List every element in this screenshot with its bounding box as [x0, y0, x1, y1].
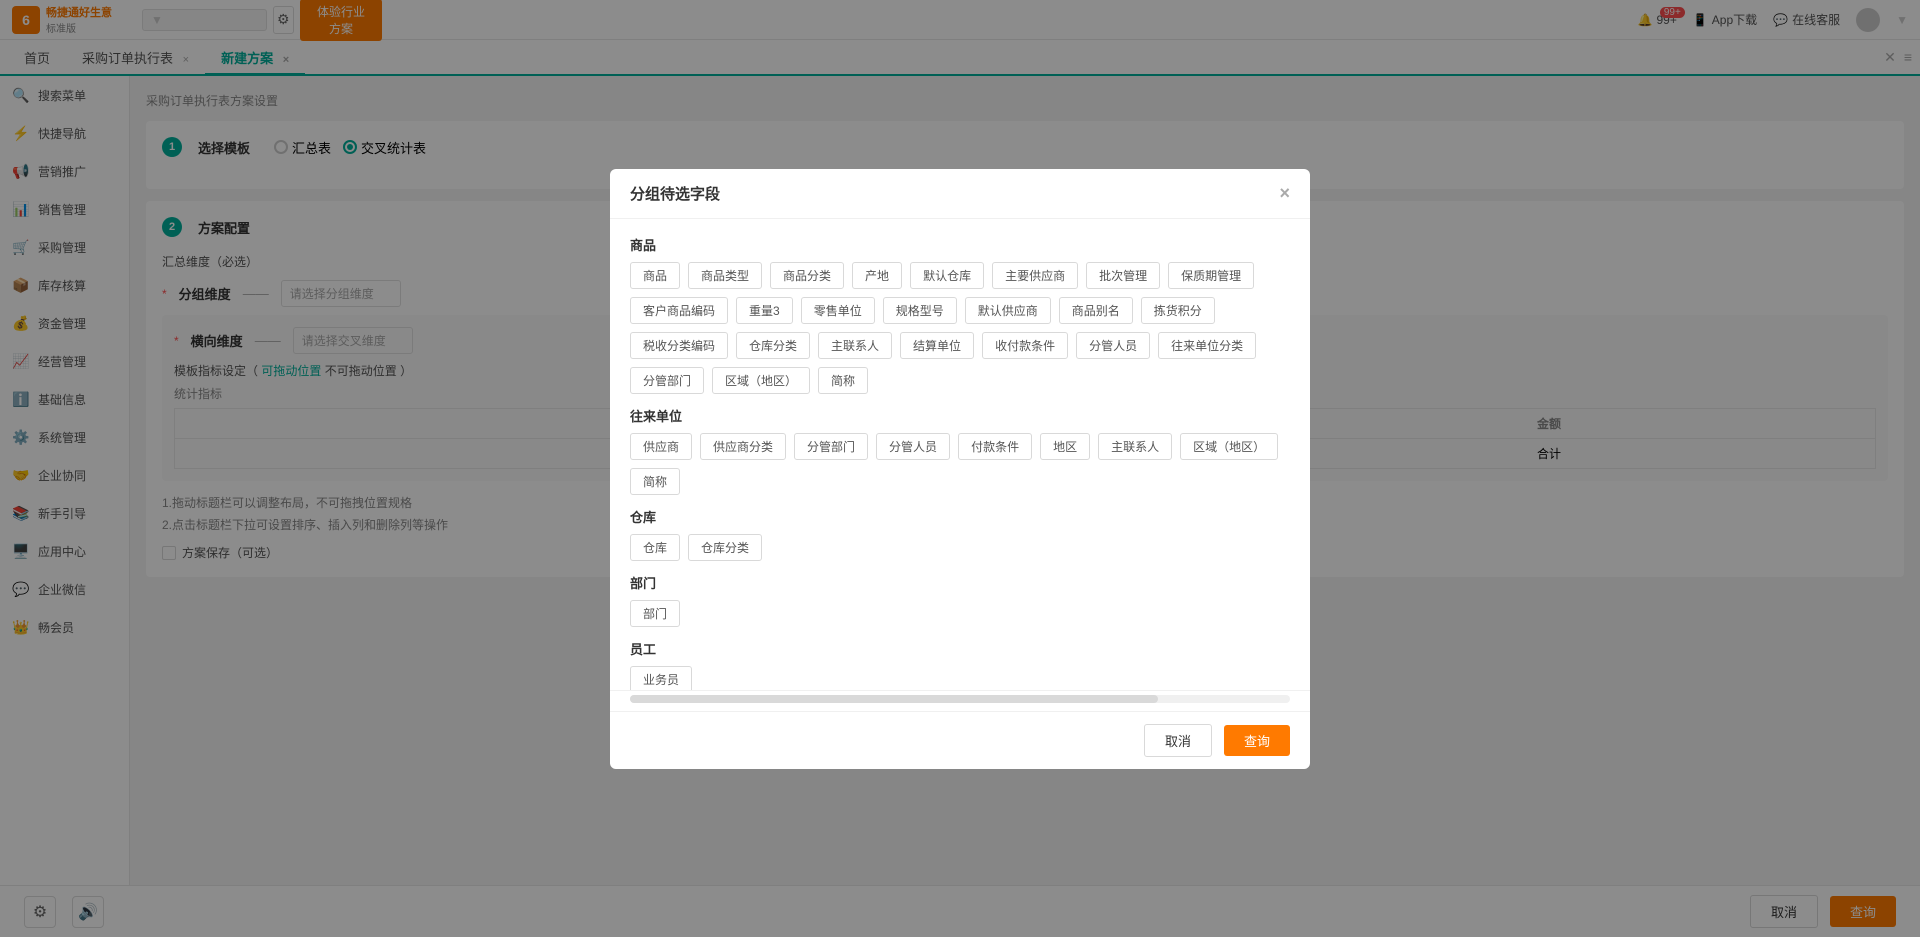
field-chip[interactable]: 主联系人 [818, 332, 892, 359]
field-chip[interactable]: 产地 [852, 262, 902, 289]
field-chips-部门: 部门 [630, 600, 1290, 627]
cancel-button[interactable]: 取消 [1144, 724, 1212, 757]
field-chip[interactable]: 区域（地区） [712, 367, 810, 394]
field-chip[interactable]: 重量3 [736, 297, 793, 324]
field-chip[interactable]: 收付款条件 [982, 332, 1068, 359]
field-chips-往来单位: 供应商供应商分类分管部门分管人员付款条件地区主联系人区域（地区） 简称 [630, 433, 1290, 495]
section-title-员工: 员工 [630, 639, 1290, 658]
field-select-modal: 分组待选字段 × 商品商品商品类型商品分类产地默认仓库主要供应商批次管理保质期管… [610, 169, 1310, 769]
modal-body[interactable]: 商品商品商品类型商品分类产地默认仓库主要供应商批次管理保质期管理客户商品编码重量… [610, 219, 1310, 690]
field-chip[interactable]: 商品分类 [770, 262, 844, 289]
field-chip[interactable]: 商品类型 [688, 262, 762, 289]
field-chip[interactable]: 简称 [818, 367, 868, 394]
field-chip[interactable]: 简称 [630, 468, 680, 495]
field-chip[interactable]: 地区 [1040, 433, 1090, 460]
field-chips-员工: 业务员 [630, 666, 1290, 690]
field-chip[interactable]: 拣货积分 [1141, 297, 1215, 324]
field-chip[interactable]: 供应商分类 [700, 433, 786, 460]
field-chip[interactable]: 仓库分类 [688, 534, 762, 561]
modal-header: 分组待选字段 × [610, 169, 1310, 219]
field-chip[interactable]: 税收分类编码 [630, 332, 728, 359]
field-chip[interactable]: 批次管理 [1086, 262, 1160, 289]
field-chips-仓库: 仓库仓库分类 [630, 534, 1290, 561]
section-title-仓库: 仓库 [630, 507, 1290, 526]
field-chip[interactable]: 默认供应商 [965, 297, 1051, 324]
field-chip[interactable]: 主要供应商 [992, 262, 1078, 289]
modal-scrollbar-area [610, 690, 1310, 711]
field-chip[interactable]: 分管部门 [630, 367, 704, 394]
field-chip[interactable]: 结算单位 [900, 332, 974, 359]
modal-footer: 取消 查询 [610, 711, 1310, 769]
field-chip[interactable]: 仓库 [630, 534, 680, 561]
field-chip[interactable]: 业务员 [630, 666, 692, 690]
field-chip[interactable]: 零售单位 [801, 297, 875, 324]
modal-overlay: 分组待选字段 × 商品商品商品类型商品分类产地默认仓库主要供应商批次管理保质期管… [0, 0, 1920, 937]
field-chip[interactable]: 分管人员 [1076, 332, 1150, 359]
field-chip[interactable]: 主联系人 [1098, 433, 1172, 460]
section-title-部门: 部门 [630, 573, 1290, 592]
section-title-商品: 商品 [630, 235, 1290, 254]
field-chips-商品: 商品商品类型商品分类产地默认仓库主要供应商批次管理保质期管理客户商品编码重量3 零… [630, 262, 1290, 394]
field-chip[interactable]: 规格型号 [883, 297, 957, 324]
confirm-button[interactable]: 查询 [1224, 725, 1290, 756]
field-chip[interactable]: 部门 [630, 600, 680, 627]
modal-title: 分组待选字段 [630, 183, 720, 204]
field-chip[interactable]: 分管人员 [876, 433, 950, 460]
horizontal-scrollbar[interactable] [630, 695, 1290, 703]
field-chip[interactable]: 默认仓库 [910, 262, 984, 289]
field-chip[interactable]: 商品 [630, 262, 680, 289]
field-chip[interactable]: 供应商 [630, 433, 692, 460]
field-chip[interactable]: 付款条件 [958, 433, 1032, 460]
field-chip[interactable]: 区域（地区） [1180, 433, 1278, 460]
field-chip[interactable]: 商品别名 [1059, 297, 1133, 324]
field-chip[interactable]: 分管部门 [794, 433, 868, 460]
section-title-往来单位: 往来单位 [630, 406, 1290, 425]
field-chip[interactable]: 往来单位分类 [1158, 332, 1256, 359]
field-chip[interactable]: 仓库分类 [736, 332, 810, 359]
modal-close-button[interactable]: × [1279, 184, 1290, 202]
field-chip[interactable]: 保质期管理 [1168, 262, 1254, 289]
field-chip[interactable]: 客户商品编码 [630, 297, 728, 324]
